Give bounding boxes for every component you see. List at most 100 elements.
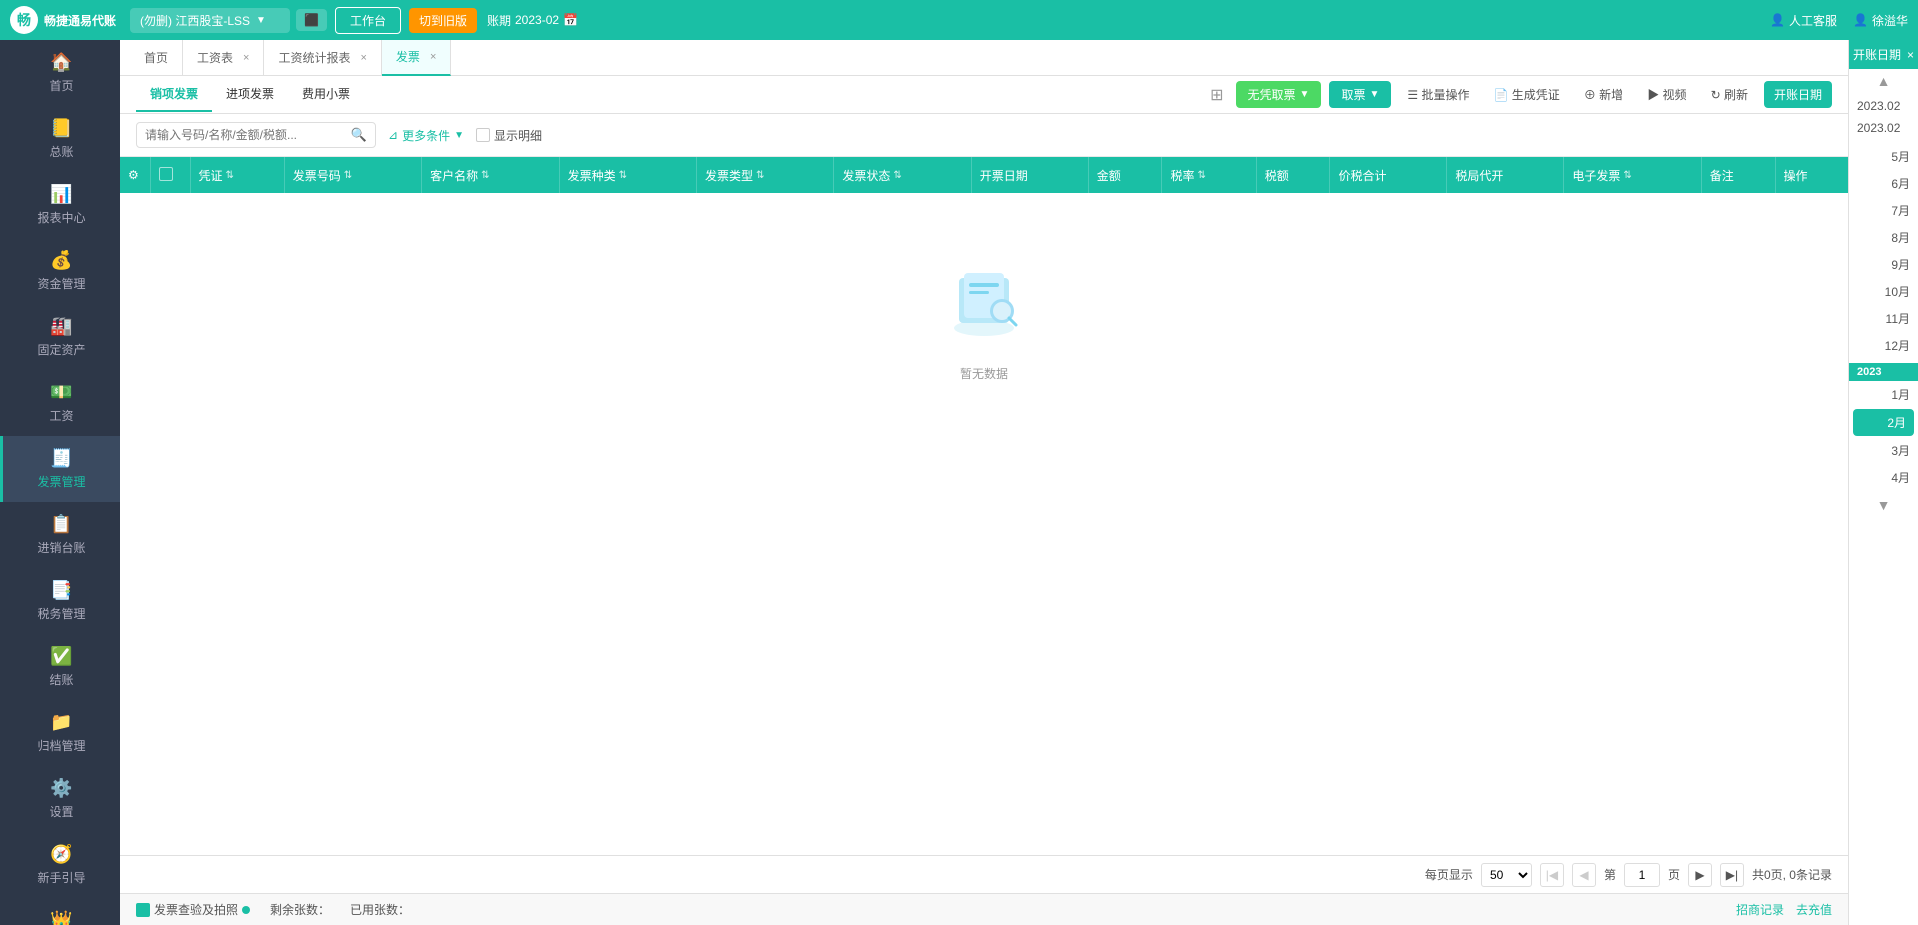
period-month-8[interactable]: 8月 <box>1849 224 1918 251</box>
prev-page-button[interactable]: ◀ <box>1572 863 1596 887</box>
invoice-no-sort-icon[interactable]: ⇅ <box>344 170 352 181</box>
sidebar-item-reports[interactable]: 📊 报表中心 <box>0 172 120 238</box>
tax-icon: 📑 <box>50 580 72 601</box>
customer-sort-icon[interactable]: ⇅ <box>481 170 489 181</box>
search-input-wrap[interactable]: 🔍 <box>136 122 376 148</box>
last-page-button[interactable]: ▶| <box>1720 863 1744 887</box>
invoice-type-sort-icon[interactable]: ⇅ <box>619 170 627 181</box>
period-month-5[interactable]: 5月 <box>1849 143 1918 170</box>
page-unit: 页 <box>1668 866 1680 883</box>
status-dot <box>242 906 250 914</box>
no-voucher-dropdown-icon: ▼ <box>1300 89 1310 100</box>
more-filter-button[interactable]: ⊿ 更多条件 ▼ <box>388 127 464 144</box>
open-period-button[interactable]: 开账日期 <box>1764 81 1832 108</box>
tab-salary-stats-close[interactable]: × <box>360 52 366 64</box>
period-month-9[interactable]: 9月 <box>1849 251 1918 278</box>
per-page-select[interactable]: 50 100 <box>1481 863 1532 887</box>
sub-tab-sales-invoice[interactable]: 销项发票 <box>136 77 212 112</box>
no-voucher-button[interactable]: 无凭取票 ▼ <box>1236 81 1322 108</box>
show-detail-checkbox[interactable] <box>476 128 490 142</box>
period-month-4[interactable]: 4月 <box>1849 464 1918 491</box>
video-label: 视频 <box>1663 88 1687 102</box>
calendar-icon[interactable]: 📅 <box>563 13 578 27</box>
sidebar-item-tax[interactable]: 📑 税务管理 <box>0 568 120 634</box>
video-button[interactable]: ▶ 视频 <box>1639 81 1694 108</box>
sidebar-item-invoice[interactable]: 🧾 发票管理 <box>0 436 120 502</box>
tab-invoice-close[interactable]: × <box>430 51 436 63</box>
select-all-checkbox[interactable] <box>159 167 173 181</box>
tab-salary-stats[interactable]: 工资统计报表 × <box>264 40 381 76</box>
period-month-6[interactable]: 6月 <box>1849 170 1918 197</box>
th-settings[interactable]: ⚙ <box>120 157 150 193</box>
period-month-12[interactable]: 12月 <box>1849 332 1918 359</box>
period-sidebar-close-icon[interactable]: × <box>1907 48 1914 62</box>
gen-voucher-button[interactable]: 📄 生成凭证 <box>1486 81 1568 108</box>
sidebar-item-home[interactable]: 🏠 首页 <box>0 40 120 106</box>
period-month-10[interactable]: 10月 <box>1849 278 1918 305</box>
sidebar-label-home: 首页 <box>49 77 73 94</box>
period-date-row1: 2023.02 <box>1849 95 1918 117</box>
settle-icon: ✅ <box>50 646 72 667</box>
sidebar-item-sales[interactable]: 📋 进销台账 <box>0 502 120 568</box>
invoice-check-item: 发票查验及拍照 <box>136 901 250 918</box>
sidebar-item-archive[interactable]: 📁 归档管理 <box>0 700 120 766</box>
invoice-status-sort-icon[interactable]: ⇅ <box>893 170 901 181</box>
search-input[interactable] <box>145 128 345 142</box>
first-page-button[interactable]: |◀ <box>1540 863 1564 887</box>
tab-salary-table-close[interactable]: × <box>243 52 249 64</box>
sidebar-label-archive: 归档管理 <box>37 737 85 754</box>
show-detail-checkbox-label[interactable]: 显示明细 <box>476 127 542 144</box>
e-invoice-sort-icon[interactable]: ⇅ <box>1623 170 1631 181</box>
workbench-button[interactable]: 工作台 <box>335 7 401 34</box>
sidebar-item-ledger[interactable]: 📒 总账 <box>0 106 120 172</box>
switch-version-button[interactable]: 切到旧版 <box>409 8 477 33</box>
invoice-category-sort-icon[interactable]: ⇅ <box>756 170 764 181</box>
period-label: 账期 <box>487 12 511 29</box>
company-selector[interactable]: (勿删) 江西股宝-LSS ▼ <box>130 8 290 33</box>
company-name: (勿删) 江西股宝-LSS <box>140 12 250 29</box>
batch-ops-button[interactable]: ☰ 批量操作 <box>1399 81 1477 108</box>
logo-area: 畅 畅捷通易代账 <box>10 6 130 34</box>
support-item[interactable]: 👤 人工客服 <box>1770 12 1837 29</box>
period-sidebar-header[interactable]: 开账日期 × <box>1849 40 1918 69</box>
copy-icon-btn[interactable]: ⬛ <box>296 9 327 31</box>
invoice-table: ⚙ 凭证⇅ 发票号码⇅ 客户名 <box>120 157 1848 193</box>
next-page-button[interactable]: ▶ <box>1688 863 1712 887</box>
tab-invoice[interactable]: 发票 × <box>382 40 451 76</box>
sidebar-item-settings[interactable]: ⚙️ 设置 <box>0 766 120 832</box>
period-month-3[interactable]: 3月 <box>1849 437 1918 464</box>
sub-tab-actions: ⊞ 无凭取票 ▼ 取票 ▼ ☰ <box>1206 81 1832 109</box>
period-month-2[interactable]: 2月 <box>1853 409 1914 436</box>
user-item[interactable]: 👤 徐溢华 <box>1853 12 1908 29</box>
take-ticket-button[interactable]: 取票 ▼ <box>1329 81 1391 108</box>
sidebar-item-funds[interactable]: 💰 资金管理 <box>0 238 120 304</box>
voucher-sort-icon[interactable]: ⇅ <box>226 170 234 181</box>
sub-tab-expense-receipt[interactable]: 费用小票 <box>288 77 364 112</box>
tax-rate-sort-icon[interactable]: ⇅ <box>1197 170 1205 181</box>
new-button[interactable]: ⊕ 新增 <box>1576 81 1631 108</box>
page-input[interactable] <box>1624 863 1660 887</box>
tab-salary-table[interactable]: 工资表 × <box>183 40 264 76</box>
period-up-button[interactable]: ▲ <box>1849 69 1918 93</box>
tab-home[interactable]: 首页 <box>130 40 183 76</box>
refresh-button[interactable]: ↻ 刷新 <box>1703 81 1756 108</box>
grid-view-icon[interactable]: ⊞ <box>1206 81 1227 109</box>
period-month-11[interactable]: 11月 <box>1849 305 1918 332</box>
logo-icon: 畅 <box>10 6 38 34</box>
sidebar-item-guide[interactable]: 🧭 新手引导 <box>0 832 120 898</box>
sidebar-item-salary[interactable]: 💵 工资 <box>0 370 120 436</box>
sidebar-label-tax: 税务管理 <box>37 605 85 622</box>
sidebar-item-settle[interactable]: ✅ 结账 <box>0 634 120 700</box>
th-checkbox[interactable] <box>150 157 190 193</box>
sidebar-item-member[interactable]: 👑 畅会员 <box>0 898 120 925</box>
period-date-row2: 2023.02 <box>1849 117 1918 139</box>
recharge-link[interactable]: 去充值 <box>1796 901 1832 918</box>
recruit-link[interactable]: 招商记录 <box>1736 901 1784 918</box>
period-month-7[interactable]: 7月 <box>1849 197 1918 224</box>
sub-tab-purchase-invoice[interactable]: 进项发票 <box>212 77 288 112</box>
sidebar-item-assets[interactable]: 🏭 固定资产 <box>0 304 120 370</box>
period-year-2022-section: 2023.02 2023.02 <box>1849 93 1918 141</box>
period-down-button[interactable]: ▼ <box>1849 493 1918 517</box>
period-month-1[interactable]: 1月 <box>1849 381 1918 408</box>
invoice-check-checkbox[interactable] <box>136 903 150 917</box>
